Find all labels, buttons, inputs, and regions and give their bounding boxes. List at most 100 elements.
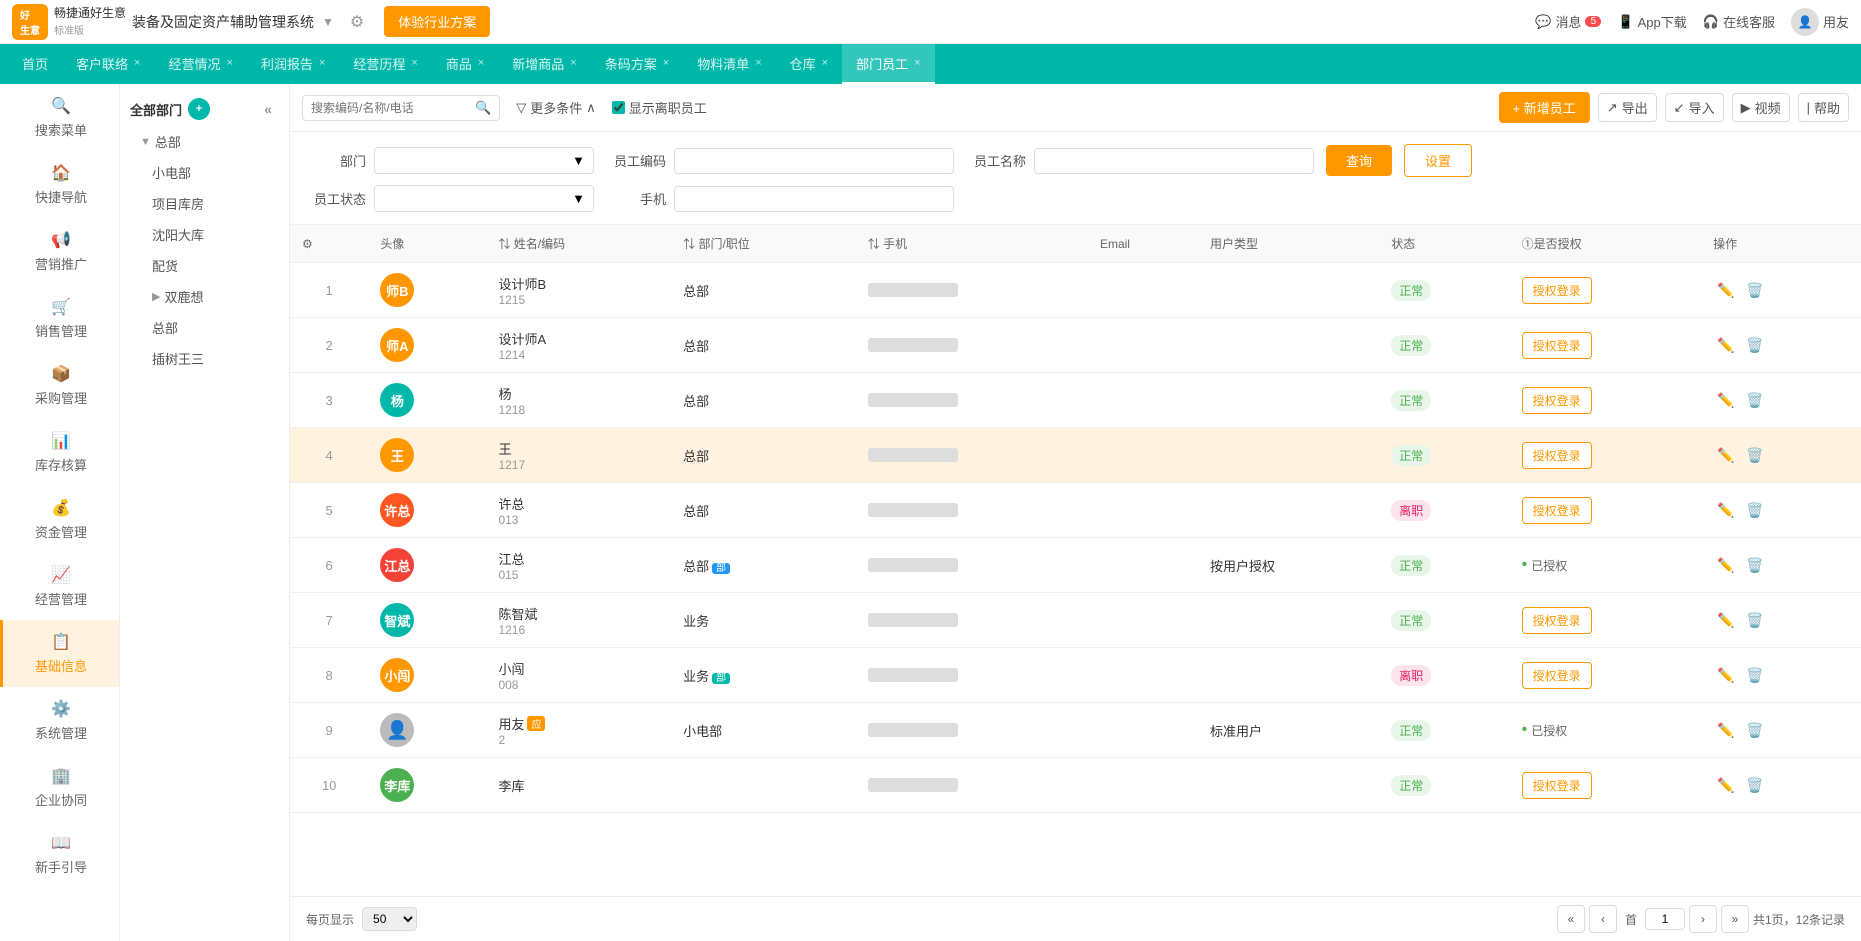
phone-input[interactable] xyxy=(674,186,954,212)
th-dept[interactable]: ⇅ 部门/职位 xyxy=(671,225,856,263)
tab-goods[interactable]: 商品 × xyxy=(432,44,498,84)
cell-auth[interactable]: 授权登录 xyxy=(1510,483,1701,538)
dept-item-general[interactable]: ▼ 总部 xyxy=(120,126,289,157)
delete-btn[interactable]: 🗑️ xyxy=(1742,500,1767,521)
page-number-input[interactable] xyxy=(1645,908,1685,930)
sidebar-item-enterprise[interactable]: 🏢 企业协同 xyxy=(0,754,119,821)
auth-login-btn[interactable]: 授权登录 xyxy=(1522,277,1592,304)
message-btn[interactable]: 💬 消息 5 xyxy=(1535,12,1601,31)
edit-btn[interactable]: ✏️ xyxy=(1713,280,1738,301)
cell-auth[interactable]: 授权登录 xyxy=(1510,373,1701,428)
last-page-btn[interactable]: » xyxy=(1721,905,1749,933)
set-btn[interactable]: 设置 xyxy=(1404,144,1472,177)
dept-collapse-btn[interactable]: « xyxy=(257,98,279,120)
delete-btn[interactable]: 🗑️ xyxy=(1742,555,1767,576)
edit-btn[interactable]: ✏️ xyxy=(1713,555,1738,576)
app-download-btn[interactable]: 📱 App下载 xyxy=(1617,12,1686,31)
delete-btn[interactable]: 🗑️ xyxy=(1742,610,1767,631)
export-btn[interactable]: ↗ 导出 xyxy=(1598,93,1657,122)
per-page-select[interactable]: 50 100 200 xyxy=(362,907,417,931)
show-resigned-check[interactable]: 显示离职员工 xyxy=(612,98,707,117)
import-btn[interactable]: ↙ 导入 xyxy=(1665,93,1724,122)
delete-btn[interactable]: 🗑️ xyxy=(1742,720,1767,741)
sidebar-item-system[interactable]: ⚙️ 系统管理 xyxy=(0,687,119,754)
delete-btn[interactable]: 🗑️ xyxy=(1742,280,1767,301)
th-settings[interactable]: ⚙ xyxy=(290,225,368,263)
delete-btn[interactable]: 🗑️ xyxy=(1742,390,1767,411)
tab-home[interactable]: 首页 xyxy=(8,44,62,84)
trial-btn[interactable]: 体验行业方案 xyxy=(384,6,490,37)
dept-add-btn[interactable]: + xyxy=(188,98,210,120)
dept-select[interactable]: ▼ xyxy=(374,147,594,174)
tab-profit[interactable]: 利润报告 × xyxy=(247,44,339,84)
more-condition-btn[interactable]: ▽ 更多条件 ∧ xyxy=(508,94,604,121)
emp-name-input[interactable] xyxy=(1034,148,1314,174)
sidebar-item-search[interactable]: 🔍 搜索菜单 xyxy=(0,84,119,151)
sidebar-item-marketing[interactable]: 📢 营销推广 xyxy=(0,218,119,285)
tab-customer[interactable]: 客户联络 × xyxy=(62,44,154,84)
help-btn[interactable]: | 帮助 xyxy=(1798,93,1849,122)
edit-btn[interactable]: ✏️ xyxy=(1713,335,1738,356)
tab-operation[interactable]: 经营情况 × xyxy=(154,44,246,84)
online-service-btn[interactable]: 🎧 在线客服 xyxy=(1703,12,1775,31)
emp-status-select[interactable]: ▼ xyxy=(374,185,594,212)
cell-auth[interactable]: 授权登录 xyxy=(1510,263,1701,318)
gear-icon[interactable]: ⚙ xyxy=(350,12,364,32)
prev-page-btn[interactable]: ‹ xyxy=(1589,905,1617,933)
search-input[interactable] xyxy=(311,101,471,115)
sidebar-item-sales[interactable]: 🛒 销售管理 xyxy=(0,285,119,352)
delete-btn[interactable]: 🗑️ xyxy=(1742,335,1767,356)
edit-btn[interactable]: ✏️ xyxy=(1713,390,1738,411)
sidebar-item-basic[interactable]: 📋 基础信息 xyxy=(0,620,119,687)
edit-btn[interactable]: ✏️ xyxy=(1713,445,1738,466)
tab-material[interactable]: 物料清单 × xyxy=(683,44,775,84)
first-page-btn[interactable]: « xyxy=(1557,905,1585,933)
auth-login-btn[interactable]: 授权登录 xyxy=(1522,442,1592,469)
emp-code-input[interactable] xyxy=(674,148,954,174)
sidebar-item-finance[interactable]: 💰 资金管理 xyxy=(0,486,119,553)
delete-btn[interactable]: 🗑️ xyxy=(1742,445,1767,466)
auth-login-btn[interactable]: 授权登录 xyxy=(1522,772,1592,799)
cell-auth[interactable]: 授权登录 xyxy=(1510,428,1701,483)
tab-warehouse[interactable]: 仓库 × xyxy=(776,44,842,84)
tab-history[interactable]: 经营历程 × xyxy=(339,44,431,84)
edit-btn[interactable]: ✏️ xyxy=(1713,610,1738,631)
dept-item-distribution[interactable]: 配货 xyxy=(120,250,289,281)
edit-btn[interactable]: ✏️ xyxy=(1713,500,1738,521)
cell-auth[interactable]: 授权登录 xyxy=(1510,648,1701,703)
cell-auth[interactable]: 授权登录 xyxy=(1510,758,1701,813)
tab-add-goods[interactable]: 新增商品 × xyxy=(498,44,590,84)
search-btn[interactable]: 查询 xyxy=(1326,145,1392,176)
tab-department[interactable]: 部门员工 × xyxy=(842,44,934,84)
sidebar-item-purchase[interactable]: 📦 采购管理 xyxy=(0,352,119,419)
tab-barcode[interactable]: 条码方案 × xyxy=(591,44,683,84)
add-employee-btn[interactable]: + 新增员工 xyxy=(1499,92,1590,123)
auth-login-btn[interactable]: 授权登录 xyxy=(1522,607,1592,634)
auth-login-btn[interactable]: 授权登录 xyxy=(1522,332,1592,359)
delete-btn[interactable]: 🗑️ xyxy=(1742,775,1767,796)
dept-item-dual-dream[interactable]: ▶ 双鹿想 xyxy=(120,281,289,312)
edit-btn[interactable]: ✏️ xyxy=(1713,665,1738,686)
auth-login-btn[interactable]: 授权登录 xyxy=(1522,387,1592,414)
auth-login-btn[interactable]: 授权登录 xyxy=(1522,662,1592,689)
dept-item-small-elec[interactable]: 小电部 xyxy=(120,157,289,188)
view-btn[interactable]: ▶ 视频 xyxy=(1732,93,1790,122)
auth-login-btn[interactable]: 授权登录 xyxy=(1522,497,1592,524)
cell-auth[interactable]: 授权登录 xyxy=(1510,318,1701,373)
dept-item-general2[interactable]: 总部 xyxy=(120,312,289,343)
th-phone[interactable]: ⇅ 手机 xyxy=(856,225,1088,263)
system-dropdown-arrow[interactable]: ▼ xyxy=(322,15,334,29)
edit-btn[interactable]: ✏️ xyxy=(1713,775,1738,796)
sidebar-item-management[interactable]: 📈 经营管理 xyxy=(0,553,119,620)
cell-auth[interactable]: 授权登录 xyxy=(1510,593,1701,648)
dept-item-project[interactable]: 项目库房 xyxy=(120,188,289,219)
dept-item-wang3[interactable]: 插树王三 xyxy=(120,343,289,374)
delete-btn[interactable]: 🗑️ xyxy=(1742,665,1767,686)
sidebar-item-guide[interactable]: 📖 新手引导 xyxy=(0,821,119,888)
sidebar-item-inventory[interactable]: 📊 库存核算 xyxy=(0,419,119,486)
user-avatar[interactable]: 👤 用友 xyxy=(1791,8,1849,36)
th-name[interactable]: ⇅ 姓名/编码 xyxy=(486,225,671,263)
edit-btn[interactable]: ✏️ xyxy=(1713,720,1738,741)
sidebar-item-quick-nav[interactable]: 🏠 快捷导航 xyxy=(0,151,119,218)
dept-item-shenyang[interactable]: 沈阳大库 xyxy=(120,219,289,250)
